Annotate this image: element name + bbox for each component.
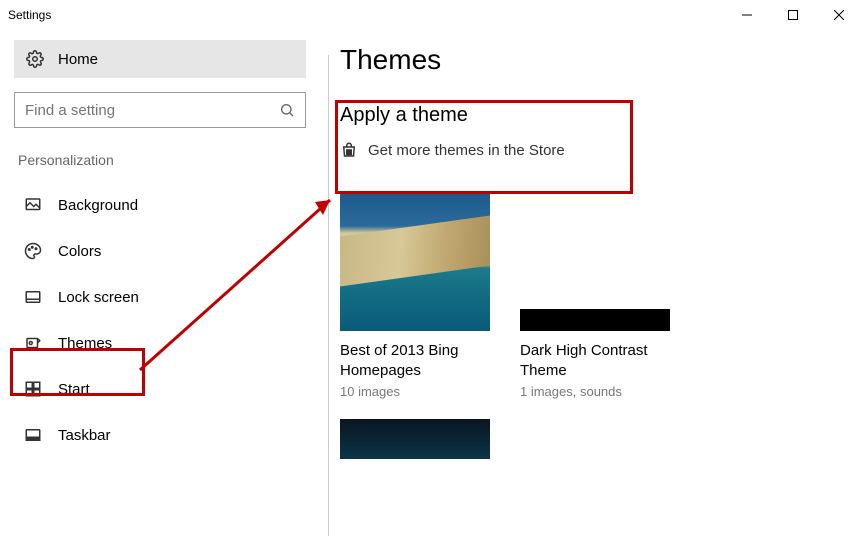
theme-thumbnail [340,191,490,331]
sidebar: Home Personalization Background Colors L… [0,30,320,536]
palette-icon [24,242,42,260]
sidebar-item-label: Colors [58,243,101,260]
section-label: Personalization [14,152,306,168]
theme-meta: 1 images, sounds [520,384,670,399]
sidebar-item-start[interactable]: Start [14,366,306,412]
main-content: Themes Apply a theme Get more themes in … [320,30,862,536]
sidebar-item-label: Background [58,197,138,214]
sidebar-item-label: Themes [58,335,112,352]
page-title: Themes [340,44,842,76]
theme-name: Best of 2013 Bing Homepages [340,341,490,380]
start-icon [24,380,42,398]
theme-card[interactable]: Best of 2013 Bing Homepages 10 images [340,191,490,399]
taskbar-icon [24,426,42,444]
store-link[interactable]: Get more themes in the Store [340,141,842,159]
theme-card[interactable]: Dark High Contrast Theme 1 images, sound… [520,191,670,399]
sidebar-item-lockscreen[interactable]: Lock screen [14,274,306,320]
apply-theme-section: Apply a theme Get more themes in the Sto… [340,100,842,177]
home-label: Home [58,51,98,68]
theme-name: Dark High Contrast Theme [520,341,670,380]
titlebar: Settings [0,0,862,30]
minimize-button[interactable] [724,0,770,30]
search-icon [279,102,295,118]
window-controls [724,0,862,30]
lockscreen-icon [24,288,42,306]
maximize-button[interactable] [770,0,816,30]
theme-meta: 10 images [340,384,490,399]
sidebar-item-label: Lock screen [58,289,139,306]
sidebar-item-themes[interactable]: Themes [14,320,306,366]
themes-grid: Best of 2013 Bing Homepages 10 images Da… [340,191,842,399]
store-icon [340,141,358,159]
theme-thumbnail[interactable] [340,419,490,459]
themes-icon [24,334,42,352]
window-title: Settings [8,8,51,22]
sidebar-item-colors[interactable]: Colors [14,228,306,274]
store-link-label: Get more themes in the Store [368,142,565,159]
search-box[interactable] [14,92,306,128]
close-button[interactable] [816,0,862,30]
sidebar-item-taskbar[interactable]: Taskbar [14,412,306,458]
home-button[interactable]: Home [14,40,306,78]
picture-icon [24,196,42,214]
apply-theme-title: Apply a theme [340,104,842,127]
search-input[interactable] [25,102,279,119]
sidebar-item-label: Taskbar [58,427,111,444]
theme-thumbnail [520,191,670,331]
sidebar-item-label: Start [58,381,90,398]
sidebar-item-background[interactable]: Background [14,182,306,228]
gear-icon [26,50,44,68]
